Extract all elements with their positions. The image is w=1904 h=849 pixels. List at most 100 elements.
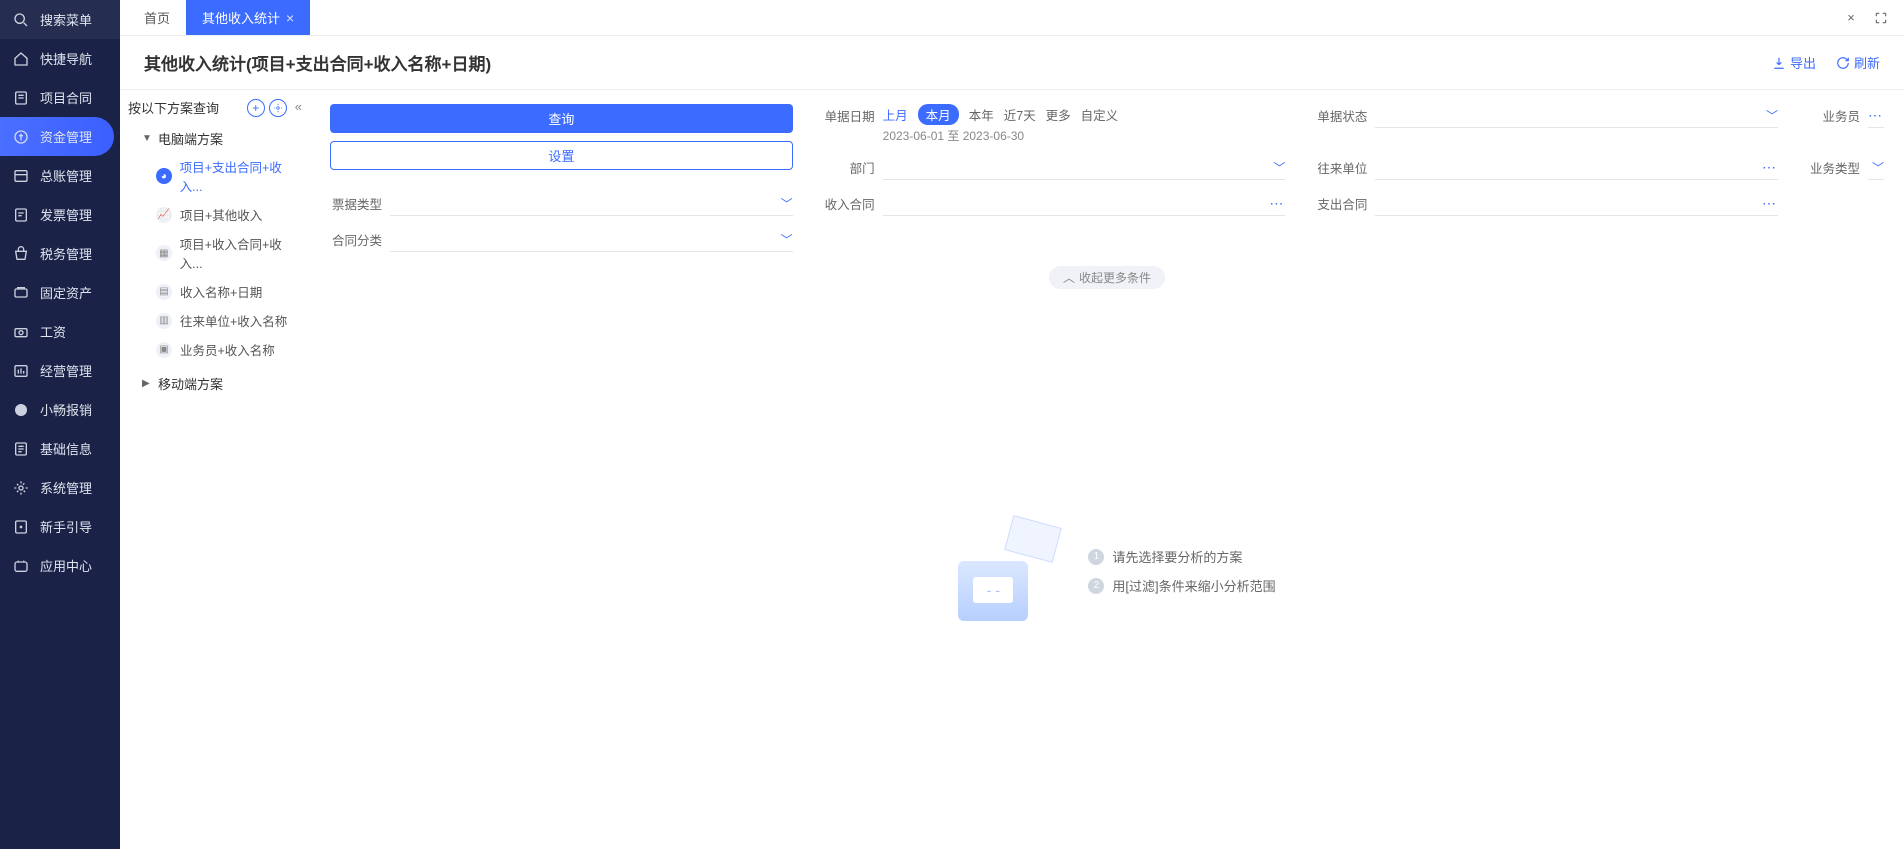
sidebar-item-label: 系统管理 bbox=[40, 478, 92, 497]
more-icon[interactable]: ⋯ bbox=[1868, 107, 1884, 124]
sidebar-item-basic-info[interactable]: 基础信息 bbox=[0, 429, 120, 468]
collapse-panel-button[interactable]: « bbox=[291, 99, 306, 117]
grid-icon: ▦ bbox=[156, 245, 172, 261]
bar-icon: ▥ bbox=[156, 313, 172, 329]
date-tab-more[interactable]: 更多 bbox=[1046, 105, 1071, 124]
date-tab-lastmonth[interactable]: 上月 bbox=[883, 105, 908, 124]
filter-label-biztype: 业务类型 bbox=[1808, 156, 1868, 177]
tabs-bar: 首页 其他收入统计 × × bbox=[120, 0, 1904, 36]
asset-icon bbox=[12, 284, 30, 302]
refresh-button[interactable]: 刷新 bbox=[1836, 53, 1880, 72]
app-icon bbox=[12, 557, 30, 575]
calendar-icon: ▤ bbox=[156, 284, 172, 300]
ticket-select[interactable]: ﹀ bbox=[390, 192, 793, 216]
sidebar-item-fund-mgmt[interactable]: 资金管理 bbox=[0, 117, 114, 156]
caret-down-icon: ▼ bbox=[142, 133, 152, 144]
sidebar-item-invoice[interactable]: 发票管理 bbox=[0, 195, 120, 234]
tree-item-p5[interactable]: ▥往来单位+收入名称 bbox=[128, 306, 306, 335]
tree-group-pc[interactable]: ▼电脑端方案 bbox=[128, 125, 306, 152]
sidebar-item-label: 税务管理 bbox=[40, 244, 92, 263]
contract-class-select[interactable]: ﹀ bbox=[390, 228, 793, 252]
sidebar-item-app-center[interactable]: 应用中心 bbox=[0, 546, 120, 585]
filter-label-income-contract: 收入合同 bbox=[823, 192, 883, 213]
sidebar-item-label: 固定资产 bbox=[40, 283, 92, 302]
step-badge-1: 1 bbox=[1088, 549, 1104, 565]
tree-item-p6[interactable]: ▣业务员+收入名称 bbox=[128, 335, 306, 364]
sidebar-item-label: 应用中心 bbox=[40, 556, 92, 575]
more-icon[interactable]: ⋯ bbox=[1762, 159, 1778, 176]
sidebar-item-biz-mgmt[interactable]: 经营管理 bbox=[0, 351, 120, 390]
filter-label-expense-contract: 支出合同 bbox=[1315, 192, 1375, 213]
plan-settings-button[interactable] bbox=[269, 99, 287, 117]
salary-icon bbox=[12, 323, 30, 341]
tree-item-p2[interactable]: 📈项目+其他收入 bbox=[128, 200, 306, 229]
filter-label-ticket: 票据类型 bbox=[330, 192, 390, 213]
dept-select[interactable]: ﹀ bbox=[883, 156, 1286, 180]
tree-item-p3[interactable]: ▦项目+收入合同+收入... bbox=[128, 229, 306, 277]
chevron-down-icon: ﹀ bbox=[1766, 107, 1778, 124]
sidebar-item-quicknav[interactable]: 快捷导航 bbox=[0, 39, 120, 78]
contract-icon bbox=[12, 89, 30, 107]
sidebar-item-label: 发票管理 bbox=[40, 205, 92, 224]
salesman-select[interactable]: ⋯ bbox=[1868, 104, 1884, 128]
chart-icon: 📈 bbox=[156, 207, 172, 223]
biz-icon bbox=[12, 362, 30, 380]
status-select[interactable]: ﹀ bbox=[1375, 104, 1778, 128]
filter-label-date: 单据日期 bbox=[823, 104, 883, 125]
chevron-up-icon: ︿ bbox=[1063, 269, 1075, 286]
tree-group-mobile[interactable]: ▶移动端方案 bbox=[128, 370, 306, 397]
add-plan-button[interactable]: + bbox=[247, 99, 265, 117]
date-tab-thismonth[interactable]: 本月 bbox=[918, 104, 959, 125]
sidebar-item-label: 小畅报销 bbox=[40, 400, 92, 419]
date-tab-thisyear[interactable]: 本年 bbox=[969, 105, 994, 124]
date-tab-7days[interactable]: 近7天 bbox=[1004, 105, 1036, 124]
tab-home[interactable]: 首页 bbox=[128, 0, 186, 35]
sidebar-item-sys-mgmt[interactable]: 系统管理 bbox=[0, 468, 120, 507]
empty-step-text: 请先选择要分析的方案 bbox=[1112, 547, 1242, 566]
income-contract-select[interactable]: ⋯ bbox=[883, 192, 1286, 216]
sidebar-item-label: 经营管理 bbox=[40, 361, 92, 380]
sidebar-item-xiaochang[interactable]: 小畅报销 bbox=[0, 390, 120, 429]
ledger-icon bbox=[12, 167, 30, 185]
partner-select[interactable]: ⋯ bbox=[1375, 156, 1778, 180]
fund-icon bbox=[12, 128, 30, 146]
sidebar-item-fixed-asset[interactable]: 固定资产 bbox=[0, 273, 120, 312]
more-icon[interactable]: ⋯ bbox=[1762, 195, 1778, 212]
tree-item-p4[interactable]: ▤收入名称+日期 bbox=[128, 277, 306, 306]
sidebar-item-tax[interactable]: 税务管理 bbox=[0, 234, 120, 273]
biztype-select[interactable]: ﹀ bbox=[1868, 156, 1884, 180]
sidebar-item-label: 总账管理 bbox=[40, 166, 92, 185]
invoice-icon bbox=[12, 206, 30, 224]
query-button[interactable]: 查询 bbox=[330, 104, 793, 133]
settings-button[interactable]: 设置 bbox=[330, 141, 793, 170]
info-icon bbox=[12, 440, 30, 458]
chevron-down-icon: ﹀ bbox=[1872, 159, 1884, 176]
tab-label: 其他收入统计 bbox=[202, 8, 280, 27]
close-all-icon[interactable]: × bbox=[1840, 7, 1862, 29]
plan-panel-title: 按以下方案查询 bbox=[128, 98, 219, 117]
more-icon[interactable]: ⋯ bbox=[1269, 195, 1285, 212]
sidebar-item-label: 资金管理 bbox=[40, 127, 92, 146]
page-title: 其他收入统计(项目+支出合同+收入名称+日期) bbox=[144, 50, 491, 75]
collapse-filters-button[interactable]: ︿收起更多条件 bbox=[1049, 266, 1165, 289]
export-button[interactable]: 导出 bbox=[1772, 53, 1816, 72]
sidebar-item-guide[interactable]: 新手引导 bbox=[0, 507, 120, 546]
clock-icon: ◕ bbox=[156, 168, 172, 184]
fullscreen-icon[interactable] bbox=[1870, 7, 1892, 29]
close-icon[interactable]: × bbox=[286, 10, 294, 26]
tab-other-income[interactable]: 其他收入统计 × bbox=[186, 0, 310, 35]
sidebar-item-project-contract[interactable]: 项目合同 bbox=[0, 78, 120, 117]
sidebar: 搜索菜单 快捷导航 项目合同 资金管理 总账管理 发票管理 税务管理 固定资产 … bbox=[0, 0, 120, 849]
sidebar-item-salary[interactable]: 工资 bbox=[0, 312, 120, 351]
tab-label: 首页 bbox=[144, 8, 170, 27]
sidebar-item-search[interactable]: 搜索菜单 bbox=[0, 0, 120, 39]
sidebar-item-ledger[interactable]: 总账管理 bbox=[0, 156, 120, 195]
gear-icon bbox=[12, 479, 30, 497]
date-tab-custom[interactable]: 自定义 bbox=[1081, 105, 1119, 124]
tree-item-p1[interactable]: ◕项目+支出合同+收入... bbox=[128, 152, 306, 200]
expense-contract-select[interactable]: ⋯ bbox=[1375, 192, 1778, 216]
empty-illustration: - - bbox=[938, 521, 1058, 621]
sidebar-item-label: 项目合同 bbox=[40, 88, 92, 107]
search-icon bbox=[12, 11, 30, 29]
list-icon: ▣ bbox=[156, 342, 172, 358]
